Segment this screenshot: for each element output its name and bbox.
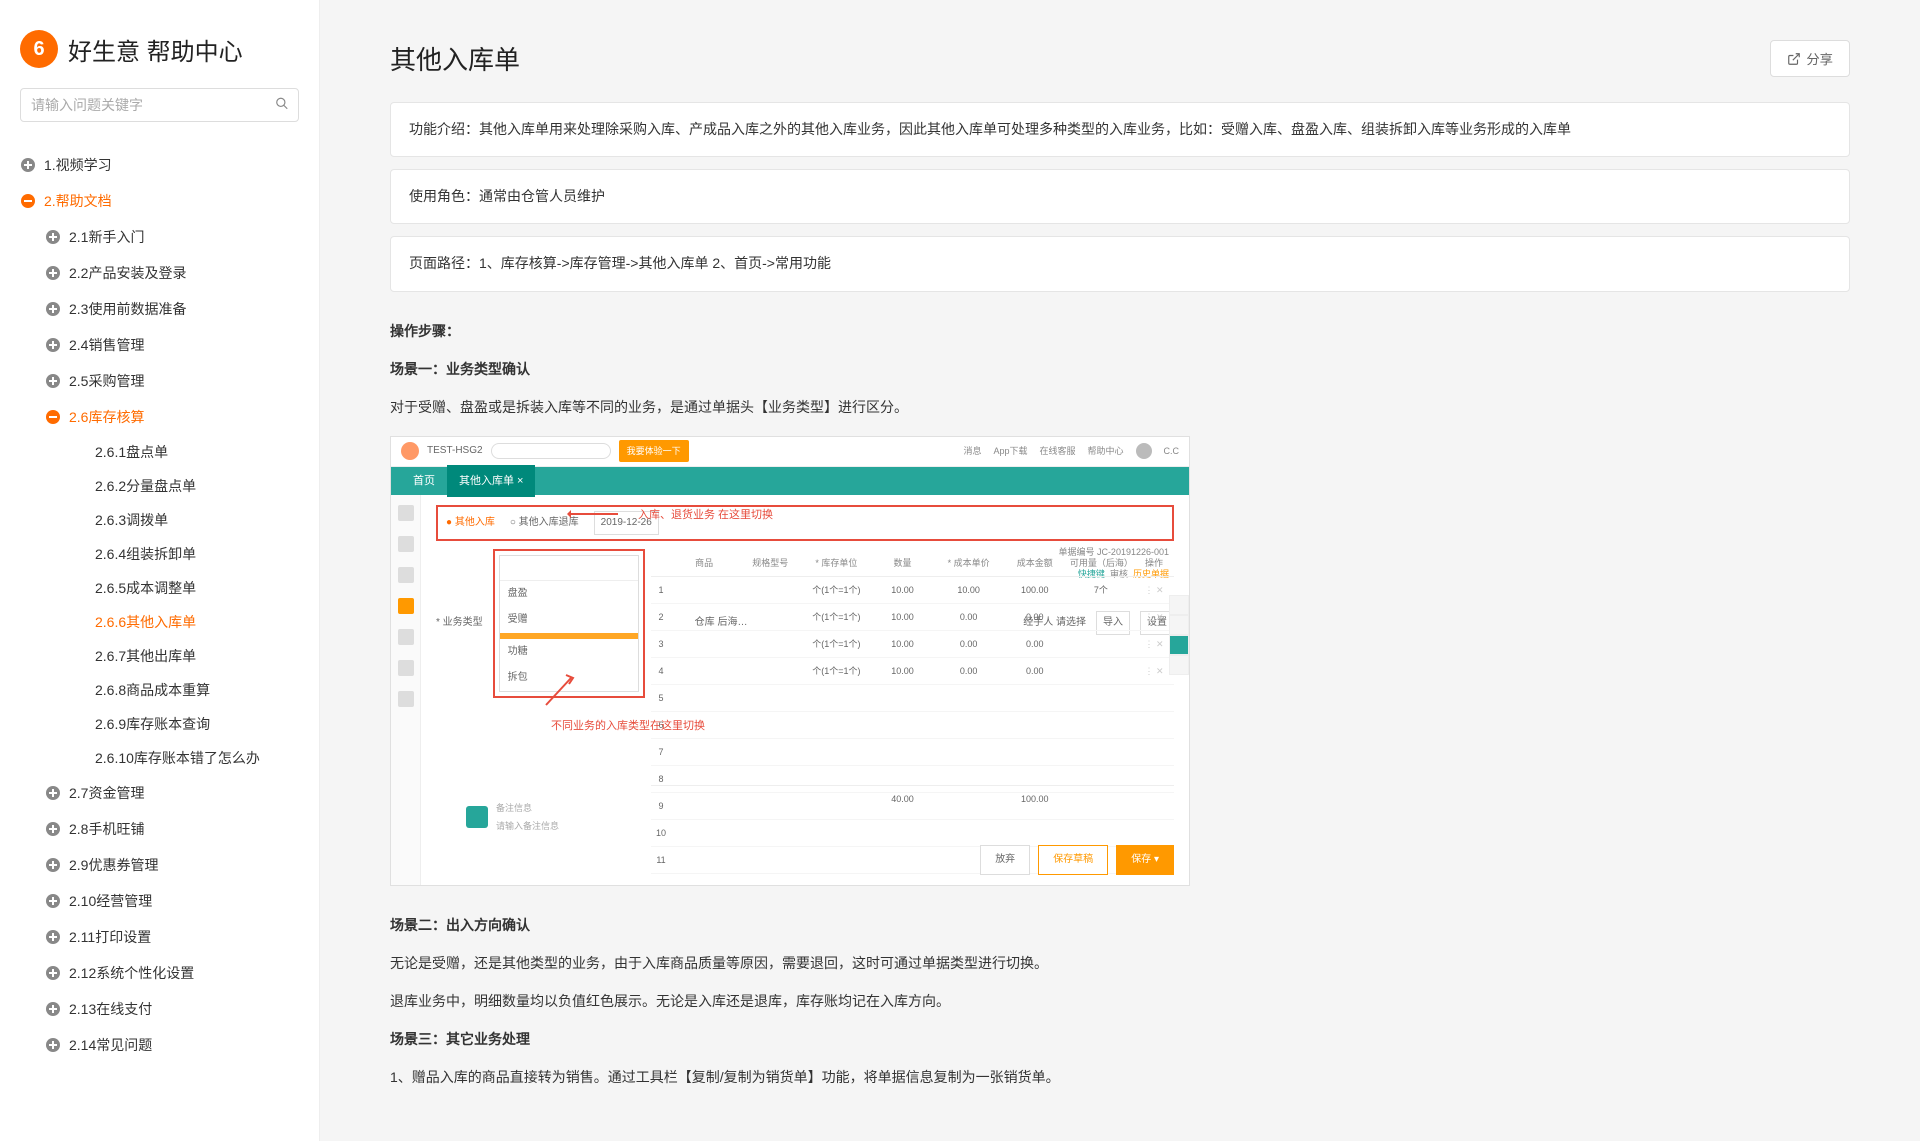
nav-sub-211[interactable]: 2.11打印设置 <box>45 919 299 955</box>
main-content: 其他入库单 分享 功能介绍：其他入库单用来处理除采购入库、产成品入库之外的其他入… <box>320 0 1920 1141</box>
nav-sub-24[interactable]: 2.4销售管理 <box>45 327 299 363</box>
scene1-title: 场景一：业务类型确认 <box>390 355 1850 383</box>
nav-sub-27[interactable]: 2.7资金管理 <box>45 775 299 811</box>
nav-sub-212[interactable]: 2.12系统个性化设置 <box>45 955 299 991</box>
page-title: 其他入库单 <box>390 40 520 77</box>
nav-sub-264[interactable]: 2.6.4组装拆卸单 <box>95 537 299 571</box>
nav-sub-2610[interactable]: 2.6.10库存账本错了怎么办 <box>95 741 299 775</box>
nav-sub-26[interactable]: 2.6库存核算 <box>45 399 299 435</box>
sp-annotation-1: 入库、退货业务 在这里切换 <box>638 504 773 526</box>
nav-sub-23[interactable]: 2.3使用前数据准备 <box>45 291 299 327</box>
share-icon <box>1787 52 1801 66</box>
info-box-intro: 功能介绍：其他入库单用来处理除采购入库、产成品入库之外的其他入库业务，因此其他入… <box>390 102 1850 157</box>
avatar-icon <box>1136 443 1152 459</box>
sp-tab-home: 首页 <box>401 465 447 497</box>
sp-try-button: 我要体验一下 <box>619 440 689 462</box>
nav-sub-22[interactable]: 2.2产品安装及登录 <box>45 255 299 291</box>
sp-save-button: 保存 ▾ <box>1116 845 1174 875</box>
nav-item-docs[interactable]: 2.帮助文档 <box>20 183 299 219</box>
scene3-title: 场景三：其它业务处理 <box>390 1025 1850 1053</box>
sidebar: 6 好生意 帮助中心 1.视频学习 2.帮助文档 2.1新手入门 2.2产品安装… <box>0 0 320 1141</box>
logo: 6 好生意 帮助中心 <box>20 30 299 68</box>
info-box-role: 使用角色：通常由仓管人员维护 <box>390 169 1850 224</box>
scene3-text1: 1、赠品入库的商品直接转为销售。通过工具栏【复制/复制为销货单】功能，将单据信息… <box>390 1063 1850 1091</box>
nav-sub-214[interactable]: 2.14常见问题 <box>45 1027 299 1063</box>
sp-tab-active: 其他入库单 × <box>447 465 535 497</box>
logo-icon: 6 <box>20 30 58 68</box>
info-box-path: 页面路径：1、库存核算->库存管理->其他入库单 2、首页->常用功能 <box>390 236 1850 291</box>
nav-sub-28[interactable]: 2.8手机旺铺 <box>45 811 299 847</box>
steps-label: 操作步骤： <box>390 317 1850 345</box>
nav-sub-29[interactable]: 2.9优惠券管理 <box>45 847 299 883</box>
nav-sub-261[interactable]: 2.6.1盘点单 <box>95 435 299 469</box>
search-input[interactable] <box>20 88 299 122</box>
minus-icon <box>20 193 36 209</box>
nav-sub-25[interactable]: 2.5采购管理 <box>45 363 299 399</box>
memo-icon <box>466 806 488 828</box>
nav-sub-213[interactable]: 2.13在线支付 <box>45 991 299 1027</box>
scene2-text2: 退库业务中，明细数量均以负值红色展示。无论是入库还是退库，库存账均记在入库方向。 <box>390 987 1850 1015</box>
search-box <box>20 88 299 122</box>
nav-sub-266[interactable]: 2.6.6其他入库单 <box>95 605 299 639</box>
nav-sub-262[interactable]: 2.6.2分量盘点单 <box>95 469 299 503</box>
nav-sub-265[interactable]: 2.6.5成本调整单 <box>95 571 299 605</box>
sp-type-switch: ● 其他入库 ○ 其他入库退库 2019-12-26 入库、退货业务 在这里切换 <box>436 505 1174 541</box>
nav-item-video[interactable]: 1.视频学习 <box>20 147 299 183</box>
arrow-icon <box>541 670 581 710</box>
nav-sub-268[interactable]: 2.6.8商品成本重算 <box>95 673 299 707</box>
sp-annotation-2: 不同业务的入库类型在这里切换 <box>551 715 705 737</box>
nav-sub-21[interactable]: 2.1新手入门 <box>45 219 299 255</box>
nav-sub-269[interactable]: 2.6.9库存账本查询 <box>95 707 299 741</box>
nav-tree: 1.视频学习 2.帮助文档 2.1新手入门 2.2产品安装及登录 2.3使用前数… <box>20 147 299 1063</box>
plus-icon <box>20 157 36 173</box>
sp-draft-button: 保存草稿 <box>1038 845 1108 875</box>
logo-text: 好生意 帮助中心 <box>68 32 243 67</box>
sp-discard-button: 放弃 <box>980 845 1030 875</box>
content-section: 操作步骤： 场景一：业务类型确认 对于受赠、盘盈或是拆装入库等不同的业务，是通过… <box>390 317 1850 1091</box>
search-icon[interactable] <box>275 97 289 114</box>
nav-sub-267[interactable]: 2.6.7其他出库单 <box>95 639 299 673</box>
sp-search <box>491 443 611 459</box>
nav-sub-210[interactable]: 2.10经营管理 <box>45 883 299 919</box>
embedded-screenshot: TEST-HSG2 我要体验一下 消息 App下载 在线客服 帮助中心 C.C … <box>390 436 1190 886</box>
nav-sub-263[interactable]: 2.6.3调拨单 <box>95 503 299 537</box>
sp-logo-icon <box>401 442 419 460</box>
sp-title: TEST-HSG2 <box>427 441 483 461</box>
share-button[interactable]: 分享 <box>1770 40 1850 77</box>
scene2-text1: 无论是受赠，还是其他类型的业务，由于入库商品质量等原因，需要退回，这时可通过单据… <box>390 949 1850 977</box>
scene2-title: 场景二：出入方向确认 <box>390 911 1850 939</box>
arrow-icon <box>568 513 618 515</box>
scene1-text: 对于受赠、盘盈或是拆装入库等不同的业务，是通过单据头【业务类型】进行区分。 <box>390 393 1850 421</box>
